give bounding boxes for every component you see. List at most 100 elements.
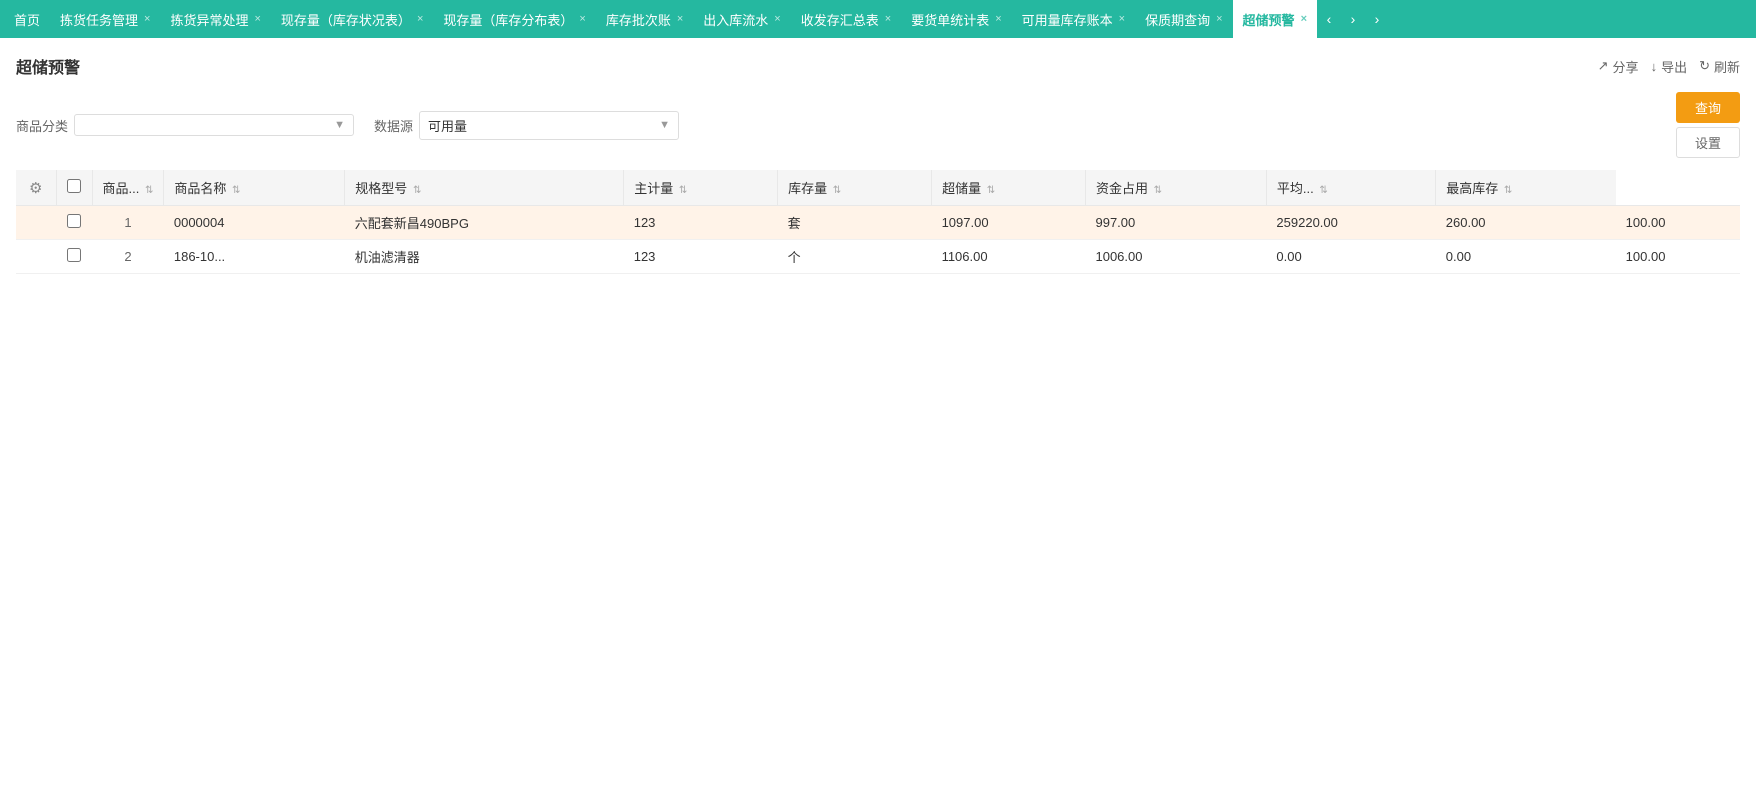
nav-item-batch[interactable]: 库存批次账 ×: [596, 0, 693, 38]
table-row: 2 186-10... 机油滤清器 123 个 1106.00 1006.00 …: [16, 240, 1740, 274]
nav-item-stock-dist[interactable]: 现存量（库存分布表） ×: [433, 0, 595, 38]
datasource-value: 可用量: [428, 116, 467, 135]
close-icon[interactable]: ×: [254, 13, 260, 25]
col-header-spec[interactable]: 规格型号 ⇅: [345, 170, 624, 206]
row-stock: 1106.00: [932, 240, 1086, 274]
row-checkbox-cell[interactable]: [56, 206, 92, 240]
close-icon[interactable]: ×: [579, 13, 585, 25]
close-icon[interactable]: ×: [1119, 13, 1125, 25]
settings-button[interactable]: 设置: [1676, 127, 1740, 158]
col-header-over[interactable]: 超储量 ⇅: [932, 170, 1086, 206]
row-name: 机油滤清器: [345, 240, 624, 274]
datasource-select[interactable]: 可用量 ▼: [419, 111, 679, 140]
close-icon[interactable]: ×: [885, 13, 891, 25]
sort-icon: ⇅: [1319, 185, 1327, 196]
nav-more-arrow[interactable]: ›: [1365, 0, 1389, 38]
row-settings-cell: [16, 240, 56, 274]
refresh-icon: ↻: [1699, 58, 1710, 74]
nav-item-exception[interactable]: 拣货异常处理 ×: [160, 0, 270, 38]
sort-icon: ⇅: [833, 185, 841, 196]
sort-icon: ⇅: [1504, 185, 1512, 196]
page-header: 超储预警 ↗ 分享 ↓ 导出 ↻ 刷新: [16, 54, 1740, 78]
refresh-button[interactable]: ↻ 刷新: [1699, 57, 1740, 76]
close-icon[interactable]: ×: [1301, 13, 1307, 25]
gear-icon[interactable]: ⚙: [29, 180, 42, 197]
row-settings-cell: [16, 206, 56, 240]
nav-item-order-stats[interactable]: 要货单统计表 ×: [901, 0, 1011, 38]
col-header-stock[interactable]: 库存量 ⇅: [778, 170, 932, 206]
filter-buttons: 查询 设置: [1676, 92, 1740, 158]
row-checkbox-cell[interactable]: [56, 240, 92, 274]
header-actions: ↗ 分享 ↓ 导出 ↻ 刷新: [1598, 57, 1740, 76]
row-capital: 259220.00: [1266, 206, 1435, 240]
row-name: 六配套新昌490BPG: [345, 206, 624, 240]
row-num: 1: [92, 206, 164, 240]
close-icon[interactable]: ×: [1216, 13, 1222, 25]
row-code: 0000004: [164, 206, 345, 240]
chevron-down-icon: ▼: [334, 119, 345, 131]
select-all-checkbox[interactable]: [67, 179, 81, 193]
data-table: ⚙ 商品... ⇅ 商品名称 ⇅ 规格型号 ⇅ 主计量: [16, 170, 1740, 274]
close-icon[interactable]: ×: [677, 13, 683, 25]
filter-row: 商品分类 ▼ 数据源 可用量 ▼ 查询 设置: [16, 92, 1740, 158]
export-icon: ↓: [1651, 59, 1658, 74]
category-label: 商品分类: [16, 116, 68, 135]
sort-icon: ⇅: [145, 185, 153, 196]
category-filter: 商品分类 ▼: [16, 114, 354, 136]
row-stock: 1097.00: [932, 206, 1086, 240]
sort-icon: ⇅: [1154, 185, 1162, 196]
col-header-avg[interactable]: 平均... ⇅: [1266, 170, 1435, 206]
close-icon[interactable]: ×: [417, 13, 423, 25]
datasource-filter: 数据源 可用量 ▼: [374, 111, 679, 140]
sort-icon: ⇅: [987, 185, 995, 196]
table-header-row: ⚙ 商品... ⇅ 商品名称 ⇅ 规格型号 ⇅ 主计量: [16, 170, 1740, 206]
row-num: 2: [92, 240, 164, 274]
col-header-settings[interactable]: ⚙: [16, 170, 56, 206]
datasource-label: 数据源: [374, 116, 413, 135]
close-icon[interactable]: ×: [144, 13, 150, 25]
export-button[interactable]: ↓ 导出: [1651, 57, 1688, 76]
row-spec: 123: [624, 240, 778, 274]
nav-item-stock-status[interactable]: 现存量（库存状况表） ×: [271, 0, 433, 38]
nav-item-overstock[interactable]: 超储预警 ×: [1233, 0, 1317, 38]
col-header-unit[interactable]: 主计量 ⇅: [624, 170, 778, 206]
row-spec: 123: [624, 206, 778, 240]
row-checkbox[interactable]: [67, 248, 81, 262]
close-icon[interactable]: ×: [774, 13, 780, 25]
row-over: 997.00: [1085, 206, 1266, 240]
nav-item-summary[interactable]: 收发存汇总表 ×: [791, 0, 901, 38]
nav-item-home[interactable]: 首页: [4, 0, 50, 38]
nav-item-available[interactable]: 可用量库存账本 ×: [1012, 0, 1135, 38]
row-unit: 套: [778, 206, 932, 240]
col-header-checkbox[interactable]: [56, 170, 92, 206]
share-button[interactable]: ↗ 分享: [1598, 57, 1639, 76]
row-max: 100.00: [1616, 206, 1740, 240]
page-title: 超储预警: [16, 54, 80, 78]
nav-item-quality[interactable]: 保质期查询 ×: [1135, 0, 1232, 38]
sort-icon: ⇅: [413, 185, 421, 196]
nav-item-flow[interactable]: 出入库流水 ×: [693, 0, 790, 38]
row-avg: 260.00: [1436, 206, 1616, 240]
row-checkbox[interactable]: [67, 214, 81, 228]
close-icon[interactable]: ×: [995, 13, 1001, 25]
share-icon: ↗: [1598, 58, 1609, 74]
nav-item-task[interactable]: 拣货任务管理 ×: [50, 0, 160, 38]
col-header-code[interactable]: 商品... ⇅: [92, 170, 164, 206]
row-avg: 0.00: [1436, 240, 1616, 274]
row-max: 100.00: [1616, 240, 1740, 274]
chevron-down-icon: ▼: [659, 119, 670, 131]
category-select[interactable]: ▼: [74, 114, 354, 136]
sort-icon: ⇅: [232, 185, 240, 196]
nav-prev-arrow[interactable]: ‹: [1317, 0, 1341, 38]
table-row: 1 0000004 六配套新昌490BPG 123 套 1097.00 997.…: [16, 206, 1740, 240]
col-header-name[interactable]: 商品名称 ⇅: [164, 170, 345, 206]
row-code: 186-10...: [164, 240, 345, 274]
nav-next-arrow[interactable]: ›: [1341, 0, 1365, 38]
top-navigation: 首页 拣货任务管理 × 拣货异常处理 × 现存量（库存状况表） × 现存量（库存…: [0, 0, 1756, 38]
sort-icon: ⇅: [679, 185, 687, 196]
col-header-capital[interactable]: 资金占用 ⇅: [1085, 170, 1266, 206]
query-button[interactable]: 查询: [1676, 92, 1740, 123]
col-header-max[interactable]: 最高库存 ⇅: [1436, 170, 1616, 206]
row-capital: 0.00: [1266, 240, 1435, 274]
row-unit: 个: [778, 240, 932, 274]
